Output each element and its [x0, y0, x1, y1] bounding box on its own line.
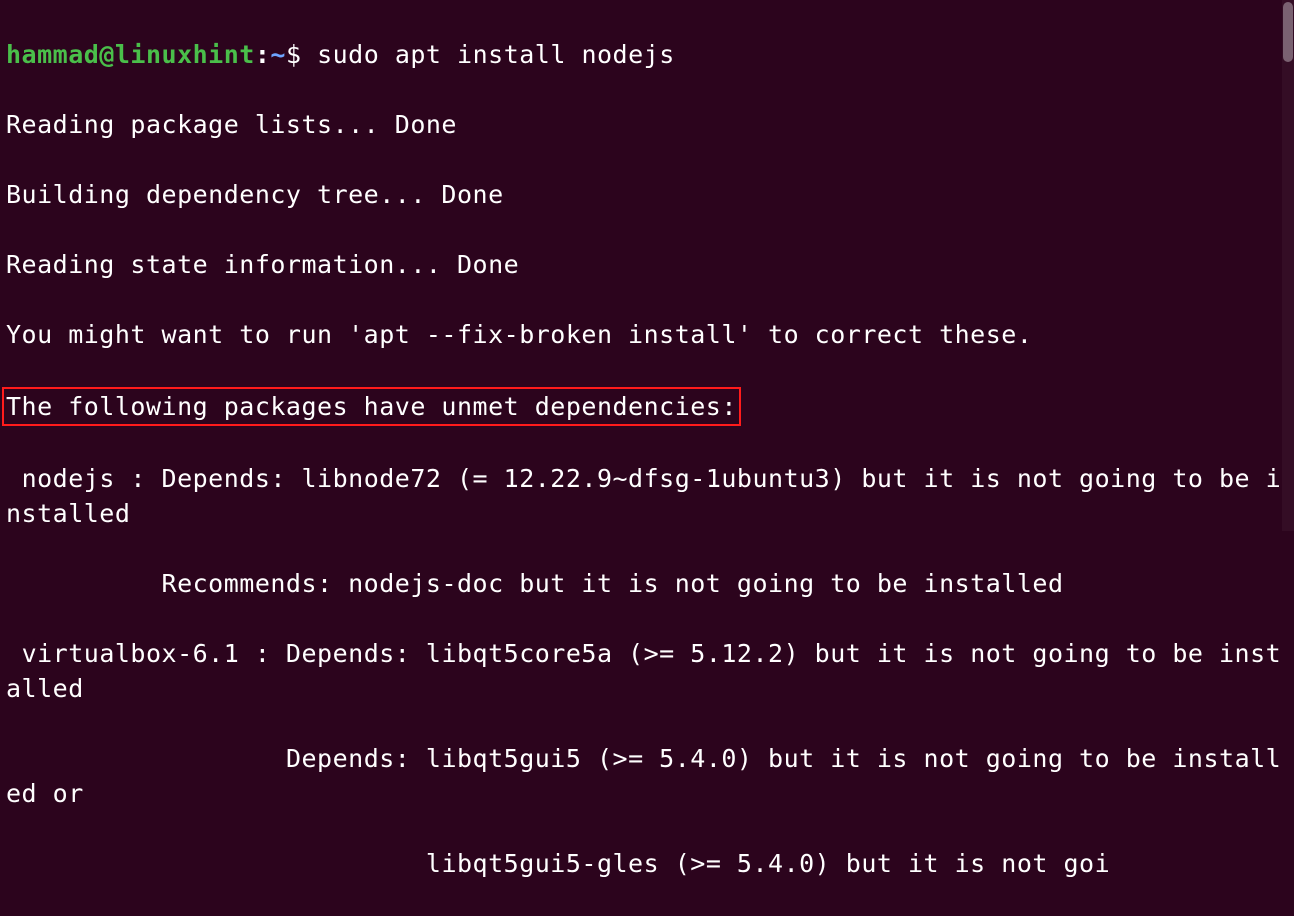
output-line: nodejs : Depends: libnode72 (= 12.22.9~d… — [6, 461, 1288, 531]
terminal-output: hammad@linuxhint:~$ sudo apt install nod… — [0, 0, 1294, 916]
output-line: Building dependency tree... Done — [6, 177, 1288, 212]
output-line: libqt5gui5-gles (>= 5.4.0) but it is not… — [6, 846, 1288, 881]
output-line: virtualbox-6.1 : Depends: libqt5core5a (… — [6, 636, 1288, 706]
prompt-separator: : — [255, 40, 271, 69]
command-text: sudo apt install nodejs — [317, 40, 675, 69]
prompt-user: hammad@linuxhint — [6, 40, 255, 69]
scrollbar[interactable] — [1282, 0, 1294, 531]
highlight-box: The following packages have unmet depend… — [2, 387, 741, 426]
output-line: You might want to run 'apt --fix-broken … — [6, 317, 1288, 352]
output-line: Reading package lists... Done — [6, 107, 1288, 142]
prompt-symbol: $ — [286, 40, 302, 69]
scrollbar-thumb[interactable] — [1283, 2, 1293, 62]
output-line: Recommends: nodejs-doc but it is not goi… — [6, 566, 1288, 601]
prompt-line[interactable]: hammad@linuxhint:~$ sudo apt install nod… — [6, 37, 1288, 72]
prompt-path: ~ — [270, 40, 286, 69]
output-line: Depends: libqt5gui5 (>= 5.4.0) but it is… — [6, 741, 1288, 811]
output-line: Reading state information... Done — [6, 247, 1288, 282]
unmet-dependencies-line: The following packages have unmet depend… — [6, 387, 1288, 426]
